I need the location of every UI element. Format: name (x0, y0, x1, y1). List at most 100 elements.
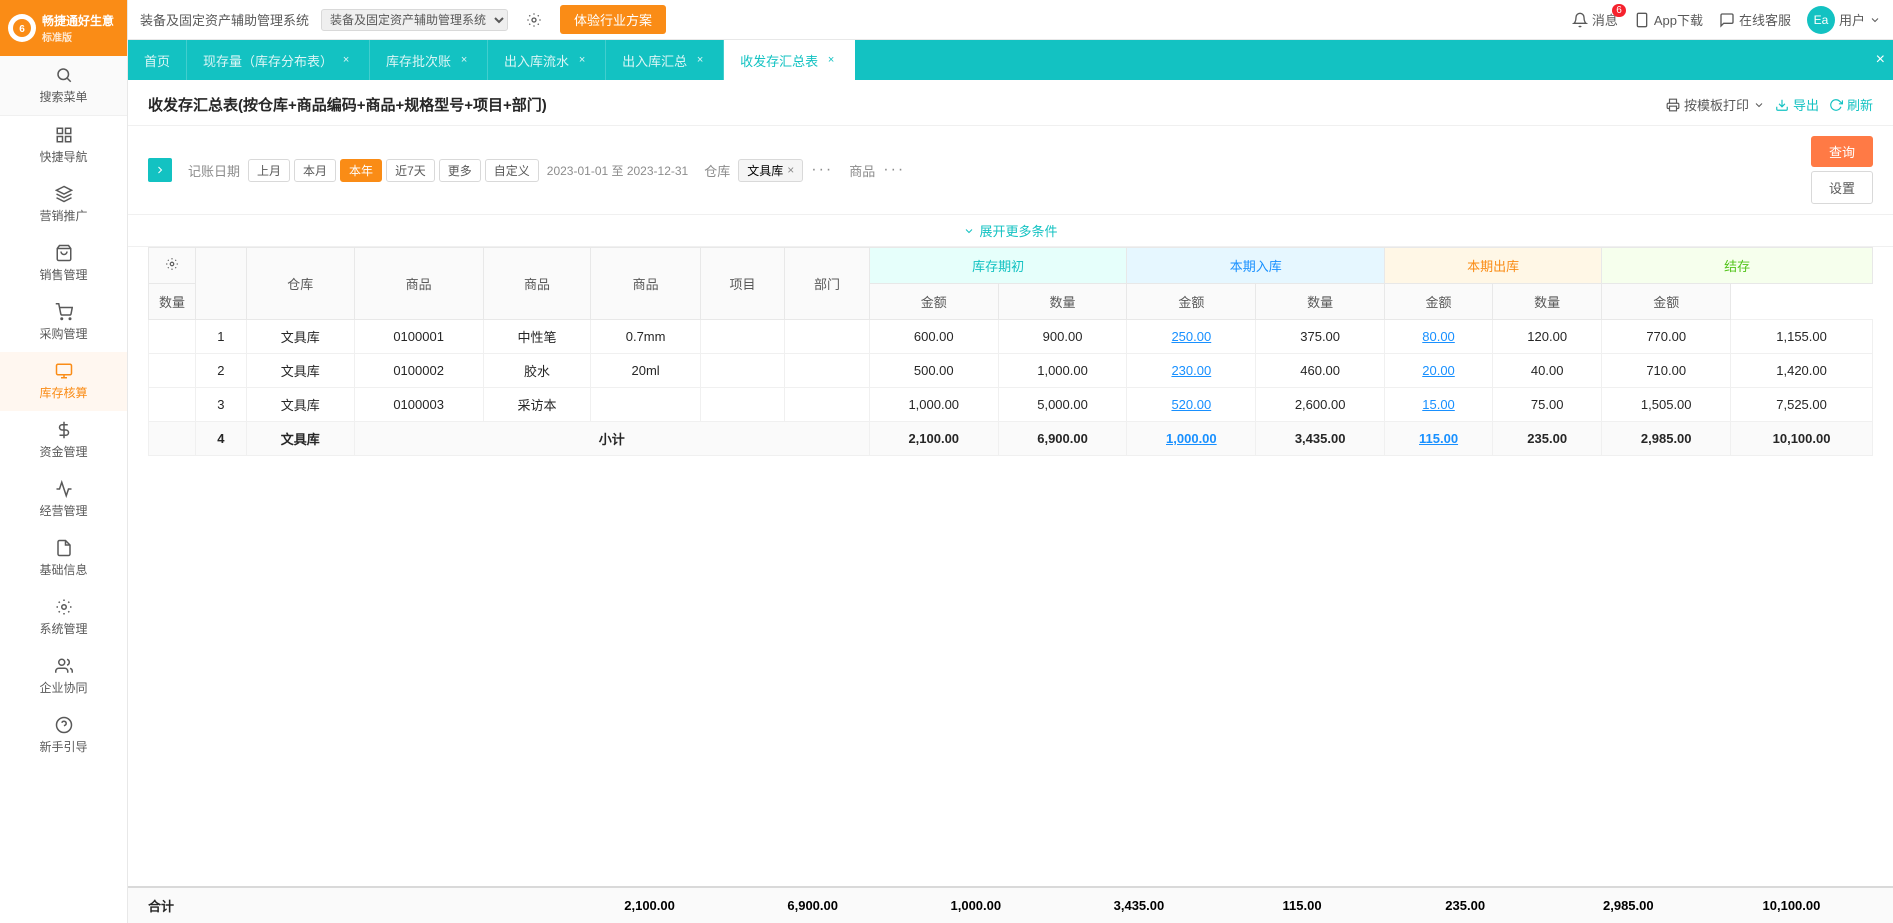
total-close-qty: 2,985.00 (1547, 898, 1710, 913)
row2-project (700, 354, 785, 388)
export-btn[interactable]: 导出 (1775, 95, 1819, 114)
tab-inventory-dist-label: 现存量（库存分布表） (203, 51, 333, 70)
date-btn-more[interactable]: 更多 (439, 159, 481, 182)
date-btn-7days[interactable]: 近7天 (386, 159, 435, 182)
row2-in-qty[interactable]: 230.00 (1127, 354, 1256, 388)
total-label: 合计 (148, 896, 568, 915)
user-label: 用户 (1839, 10, 1865, 29)
goods-more-dots[interactable]: ··· (883, 161, 905, 179)
message-btn[interactable]: 消息 6 (1572, 10, 1618, 29)
experience-btn[interactable]: 体验行业方案 (560, 5, 666, 34)
tab-inventory-dist[interactable]: 现存量（库存分布表） × (187, 40, 370, 80)
subtotal-no: 4 (196, 422, 247, 456)
system-select[interactable]: 装备及固定资产辅助管理系统 (321, 9, 508, 31)
col-settings[interactable] (149, 248, 196, 284)
row3-in-qty[interactable]: 520.00 (1127, 388, 1256, 422)
total-close-amt: 10,100.00 (1710, 898, 1873, 913)
row2-no: 2 (196, 354, 247, 388)
tab-batch-accounts-close[interactable]: × (457, 53, 471, 67)
date-btn-this-month[interactable]: 本月 (294, 159, 336, 182)
message-badge: 6 (1612, 4, 1626, 17)
main-area: 装备及固定资产辅助管理系统 装备及固定资产辅助管理系统 体验行业方案 消息 6 … (128, 0, 1893, 923)
sidebar-item-system[interactable]: 系统管理 (0, 588, 127, 647)
row2-name: 胶水 (483, 354, 591, 388)
tab-batch-accounts[interactable]: 库存批次账 × (370, 40, 488, 80)
online-service-label: 在线客服 (1739, 10, 1791, 29)
sidebar-item-purchase[interactable]: 采购管理 (0, 293, 127, 352)
subtotal-close-qty: 2,985.00 (1602, 422, 1731, 456)
export-btn-label: 导出 (1793, 95, 1819, 114)
tab-inout-flow-close[interactable]: × (575, 53, 589, 67)
tab-inout-flow[interactable]: 出入库流水 × (488, 40, 606, 80)
tab-receive-summary[interactable]: 收发存汇总表 × (724, 40, 855, 80)
tab-inventory-dist-close[interactable]: × (339, 53, 353, 67)
date-btn-this-year[interactable]: 本年 (340, 159, 382, 182)
total-out-qty: 115.00 (1221, 898, 1384, 913)
set-btn[interactable]: 设置 (1811, 171, 1873, 204)
online-service-btn[interactable]: 在线客服 (1719, 10, 1791, 29)
col-name: 商品 (483, 248, 591, 320)
warehouse-more-dots[interactable]: ··· (811, 161, 833, 179)
row2-out-qty[interactable]: 20.00 (1385, 354, 1493, 388)
row2-open-amt: 1,000.00 (998, 354, 1127, 388)
warehouse-tag[interactable]: 文具库 × (738, 159, 803, 182)
subtotal-in-qty[interactable]: 1,000.00 (1127, 422, 1256, 456)
subtotal-out-qty[interactable]: 115.00 (1385, 422, 1493, 456)
sidebar-item-search[interactable]: 搜索菜单 (0, 56, 127, 116)
col-in-qty-header: 数量 (998, 284, 1127, 320)
row3-project (700, 388, 785, 422)
row1-in-qty[interactable]: 250.00 (1127, 320, 1256, 354)
query-btn[interactable]: 查询 (1811, 136, 1873, 167)
sidebar-item-marketing[interactable]: 营销推广 (0, 175, 127, 234)
total-open-amt: 6,900.00 (731, 898, 894, 913)
subtotal-in-amt: 3,435.00 (1256, 422, 1385, 456)
user-btn[interactable]: Ea 用户 (1807, 6, 1881, 34)
sidebar-item-basic[interactable]: 基础信息 (0, 529, 127, 588)
tab-inout-summary-close[interactable]: × (693, 53, 707, 67)
print-template-btn[interactable]: 按模板打印 (1666, 95, 1765, 114)
sidebar-basic-label: 基础信息 (39, 561, 87, 578)
row1-out-amt: 120.00 (1493, 320, 1602, 354)
row1-in-amt: 375.00 (1256, 320, 1385, 354)
sidebar: 6 畅捷通好生意 标准版 搜索菜单 快捷导航 营销推广 销售管理 采购管理 库存… (0, 0, 128, 923)
tabs-close-all-btn[interactable]: × (1876, 51, 1885, 69)
row3-out-qty[interactable]: 15.00 (1385, 388, 1493, 422)
tab-home[interactable]: 首页 (128, 40, 187, 80)
subtotal-open-amt: 6,900.00 (998, 422, 1127, 456)
sidebar-item-finance[interactable]: 资金管理 (0, 411, 127, 470)
filter-toggle-btn[interactable] (148, 158, 172, 182)
tab-inout-summary-label: 出入库汇总 (622, 51, 687, 70)
expand-chevron-icon (963, 225, 975, 237)
sidebar-item-sales[interactable]: 销售管理 (0, 234, 127, 293)
sidebar-item-operations[interactable]: 经营管理 (0, 470, 127, 529)
refresh-btn[interactable]: 刷新 (1829, 95, 1873, 114)
print-btn-label: 按模板打印 (1684, 95, 1749, 114)
settings-gear-icon[interactable] (520, 6, 548, 34)
col-close-amt-header: 金额 (1602, 284, 1731, 320)
sidebar-system-label: 系统管理 (39, 620, 87, 637)
col-no (196, 248, 247, 320)
sidebar-item-newbie[interactable]: 新手引导 (0, 706, 127, 765)
col-out-amt-header: 金额 (1385, 284, 1493, 320)
row1-close-amt: 1,155.00 (1731, 320, 1873, 354)
date-filter-label: 记账日期 (188, 161, 240, 180)
tab-receive-summary-label: 收发存汇总表 (740, 51, 818, 70)
col-group-open: 库存期初 (869, 248, 1127, 284)
app-download-btn[interactable]: App下载 (1634, 10, 1703, 29)
row2-close-amt: 1,420.00 (1731, 354, 1873, 388)
row1-out-qty[interactable]: 80.00 (1385, 320, 1493, 354)
warehouse-tag-close[interactable]: × (787, 163, 794, 177)
sidebar-item-quick-nav[interactable]: 快捷导航 (0, 116, 127, 175)
date-btn-last-month[interactable]: 上月 (248, 159, 290, 182)
row2-out-amt: 40.00 (1493, 354, 1602, 388)
sidebar-item-inventory[interactable]: 库存核算 (0, 352, 127, 411)
date-btn-custom[interactable]: 自定义 (485, 159, 539, 182)
col-close-qty-header: 数量 (1493, 284, 1602, 320)
sidebar-item-enterprise[interactable]: 企业协同 (0, 647, 127, 706)
tab-inout-summary[interactable]: 出入库汇总 × (606, 40, 724, 80)
app-logo: 6 畅捷通好生意 标准版 (0, 0, 127, 56)
row1-open-amt: 900.00 (998, 320, 1127, 354)
goods-filter-label: 商品 (849, 161, 875, 180)
tab-receive-summary-close[interactable]: × (824, 53, 838, 67)
expand-more-btn[interactable]: 展开更多条件 (963, 221, 1057, 240)
